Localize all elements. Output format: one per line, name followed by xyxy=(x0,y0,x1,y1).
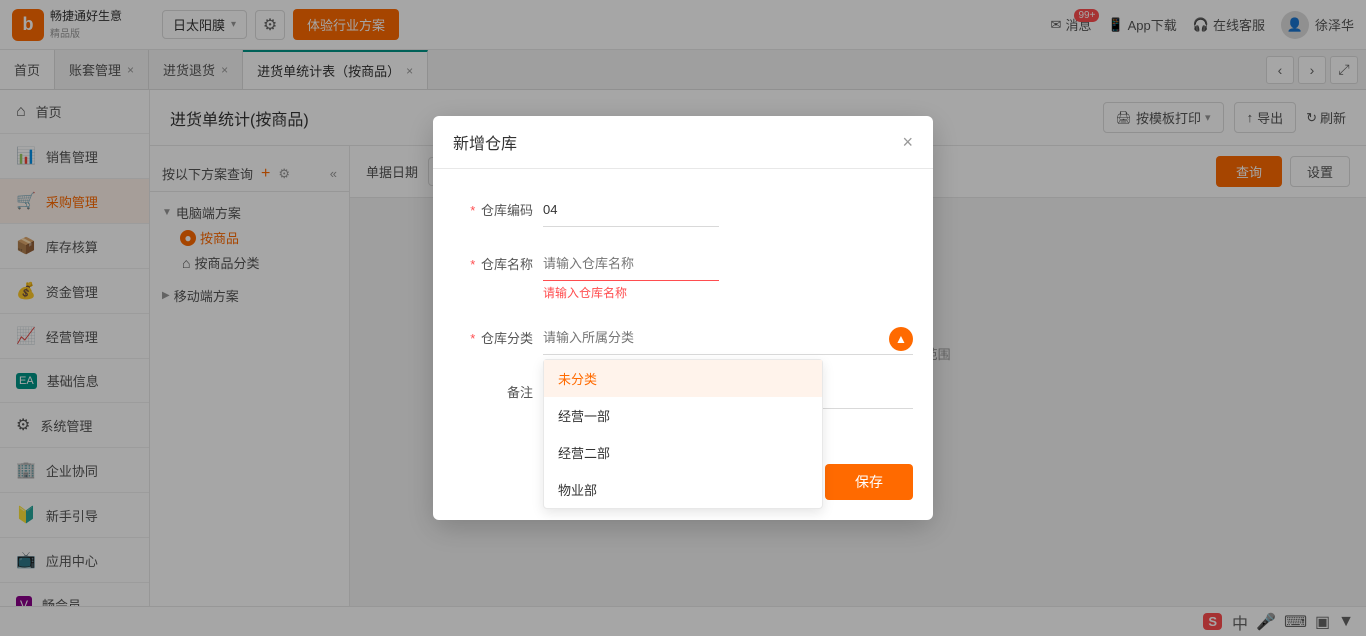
category-dropdown: 未分类 经营一部 经营二部 物业部 xyxy=(543,359,823,509)
code-input-wrapper xyxy=(543,193,913,227)
category-toggle-icon[interactable]: ▲ xyxy=(889,327,913,351)
form-row-category: * 仓库分类 ▲ 未分类 经营一部 经营二部 物业部 xyxy=(453,321,913,355)
modal-header: 新增仓库 × xyxy=(433,116,933,169)
name-error-msg: 请输入仓库名称 xyxy=(543,284,913,301)
code-input[interactable] xyxy=(543,193,719,227)
category-label: * 仓库分类 xyxy=(453,321,533,347)
modal-overlay[interactable]: 新增仓库 × * 仓库编码 * 仓库名称 xyxy=(0,0,1366,636)
modal-close-icon[interactable]: × xyxy=(902,133,913,151)
save-button[interactable]: 保存 xyxy=(825,464,913,500)
form-row-code: * 仓库编码 xyxy=(453,193,913,227)
category-option-3[interactable]: 物业部 xyxy=(544,471,822,508)
name-label: * 仓库名称 xyxy=(453,247,533,273)
modal-body: * 仓库编码 * 仓库名称 请输入仓库名称 xyxy=(433,169,933,452)
category-input[interactable] xyxy=(543,321,913,355)
note-label: 备注 xyxy=(453,375,533,401)
modal-title: 新增仓库 xyxy=(453,130,517,154)
category-option-1[interactable]: 经营一部 xyxy=(544,397,822,434)
name-input-wrapper: 请输入仓库名称 xyxy=(543,247,913,301)
category-option-0[interactable]: 未分类 xyxy=(544,360,822,397)
code-label: * 仓库编码 xyxy=(453,193,533,219)
category-required-star: * xyxy=(470,331,475,346)
category-option-2[interactable]: 经营二部 xyxy=(544,434,822,471)
modal-add-warehouse: 新增仓库 × * 仓库编码 * 仓库名称 xyxy=(433,116,933,520)
name-required-star: * xyxy=(470,257,475,272)
category-input-area: ▲ 未分类 经营一部 经营二部 物业部 xyxy=(543,321,913,355)
required-star: * xyxy=(470,203,475,218)
name-input[interactable] xyxy=(543,247,719,281)
form-row-name: * 仓库名称 请输入仓库名称 xyxy=(453,247,913,301)
